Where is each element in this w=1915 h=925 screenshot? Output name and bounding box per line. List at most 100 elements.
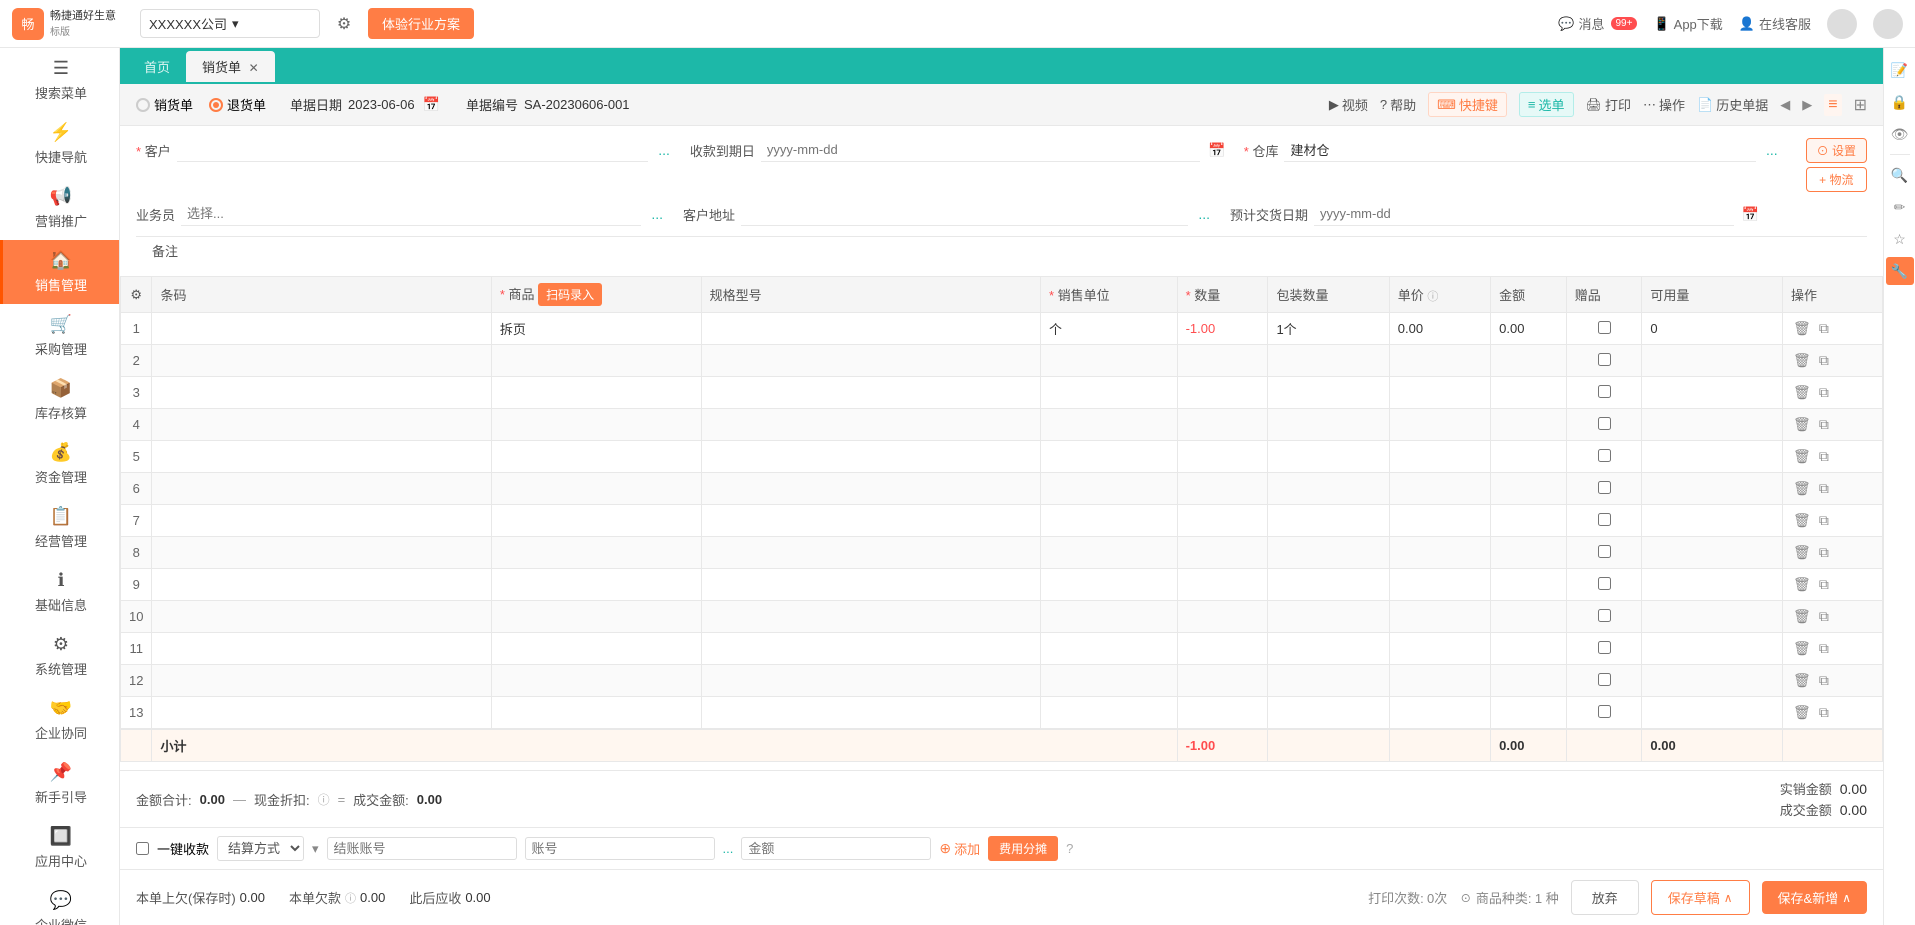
- settings-button[interactable]: ⚙: [328, 8, 360, 40]
- sidebar-item-wechat[interactable]: 💬 企业微信: [0, 880, 119, 925]
- col-settings[interactable]: ⚙: [121, 277, 152, 313]
- float-notes-btn[interactable]: 📝: [1886, 56, 1914, 84]
- shortcut-link[interactable]: ⌨ 快捷键: [1428, 92, 1507, 117]
- sidebar-item-quick-nav[interactable]: ⚡ 快捷导航: [0, 112, 119, 176]
- view-grid-btn[interactable]: ⊞: [1854, 95, 1867, 115]
- settings-side-btn[interactable]: ⊙ 设置: [1806, 138, 1867, 163]
- delete-row-btn[interactable]: 🗑: [1791, 510, 1813, 531]
- copy-row-btn[interactable]: ⧉: [1817, 414, 1831, 435]
- delete-row-btn[interactable]: 🗑: [1791, 606, 1813, 627]
- calendar-icon[interactable]: 📅: [421, 94, 442, 115]
- debt-info-icon[interactable]: ⓘ: [345, 890, 356, 906]
- copy-row-btn[interactable]: ⧉: [1817, 574, 1831, 595]
- online-support-button[interactable]: 👤 在线客服: [1739, 14, 1811, 33]
- delete-row-btn[interactable]: 🗑: [1791, 350, 1813, 371]
- sidebar-item-enterprise[interactable]: 🤝 企业协同: [0, 688, 119, 752]
- warehouse-input[interactable]: [1284, 138, 1756, 162]
- account-number-input[interactable]: [525, 837, 715, 860]
- nav-prev-btn[interactable]: ◀: [1780, 97, 1790, 113]
- notes-input[interactable]: [186, 243, 1851, 258]
- copy-row-btn[interactable]: ⧉: [1817, 478, 1831, 499]
- account-input[interactable]: [327, 837, 517, 860]
- delivery-calendar-icon[interactable]: 📅: [1740, 204, 1761, 225]
- float-search-btn[interactable]: 🔍: [1886, 161, 1914, 189]
- delete-row-btn[interactable]: 🗑: [1791, 382, 1813, 403]
- float-view-btn[interactable]: 👁: [1886, 120, 1914, 148]
- fee-split-btn[interactable]: 费用分摊: [988, 836, 1058, 861]
- copy-row-btn[interactable]: ⧉: [1817, 702, 1831, 723]
- copy-row-btn[interactable]: ⧉: [1817, 606, 1831, 627]
- amount-input[interactable]: [741, 837, 931, 860]
- account-dots-btn[interactable]: ...: [723, 841, 734, 856]
- scan-btn[interactable]: 扫码录入: [538, 283, 602, 306]
- avatar[interactable]: [1827, 9, 1857, 39]
- copy-row-btn[interactable]: ⧉: [1817, 318, 1831, 339]
- copy-row-btn[interactable]: ⧉: [1817, 638, 1831, 659]
- copy-row-btn[interactable]: ⧉: [1817, 350, 1831, 371]
- view-list-btn[interactable]: ≡: [1824, 94, 1841, 116]
- delete-row-btn[interactable]: 🗑: [1791, 318, 1813, 339]
- row-barcode[interactable]: [152, 313, 491, 345]
- info-icon[interactable]: ⓘ: [318, 791, 330, 808]
- history-link[interactable]: 📄 历史单据: [1697, 95, 1768, 114]
- delete-row-btn[interactable]: 🗑: [1791, 702, 1813, 723]
- row-qty[interactable]: -1.00: [1177, 313, 1268, 345]
- sidebar-item-search-order[interactable]: ☰ 搜索菜单: [0, 48, 119, 112]
- delete-row-btn[interactable]: 🗑: [1791, 542, 1813, 563]
- print-link[interactable]: 🖨 打印: [1586, 95, 1632, 114]
- avatar-2[interactable]: [1873, 9, 1903, 39]
- sidebar-item-inventory[interactable]: 📦 库存核算: [0, 368, 119, 432]
- delete-row-btn[interactable]: 🗑: [1791, 446, 1813, 467]
- float-lock-btn[interactable]: 🔒: [1886, 88, 1914, 116]
- customer-addr-dots-btn[interactable]: ...: [1194, 204, 1214, 224]
- tab-home[interactable]: 首页: [128, 51, 186, 82]
- logistics-side-btn[interactable]: + 物流: [1806, 167, 1867, 192]
- sidebar-item-basic-info[interactable]: ℹ 基础信息: [0, 560, 119, 624]
- sidebar-item-app-center[interactable]: 🔲 应用中心: [0, 816, 119, 880]
- delete-row-btn[interactable]: 🗑: [1791, 478, 1813, 499]
- tab-sales-order[interactable]: 销货单 ✕: [186, 51, 275, 82]
- sidebar-item-system[interactable]: ⚙ 系统管理: [0, 624, 119, 688]
- customer-input[interactable]: [177, 138, 649, 162]
- copy-row-btn[interactable]: ⧉: [1817, 382, 1831, 403]
- delete-row-btn[interactable]: 🗑: [1791, 638, 1813, 659]
- due-date-calendar-icon[interactable]: 📅: [1206, 140, 1227, 161]
- salesperson-input[interactable]: [181, 202, 641, 226]
- sidebar-item-sales[interactable]: 🏠 销售管理: [0, 240, 119, 304]
- sidebar-item-capital[interactable]: 💰 资金管理: [0, 432, 119, 496]
- sidebar-item-marketing[interactable]: 📢 营销推广: [0, 176, 119, 240]
- fee-help-icon[interactable]: ?: [1066, 841, 1073, 856]
- one-click-payment-checkbox[interactable]: [136, 842, 149, 855]
- return-order-radio[interactable]: 退货单: [209, 95, 266, 114]
- nav-next-btn[interactable]: ▶: [1802, 97, 1812, 113]
- discard-button[interactable]: 放弃: [1571, 880, 1639, 915]
- choose-link[interactable]: ≡ 选单: [1519, 92, 1574, 117]
- salesperson-dots-btn[interactable]: ...: [647, 204, 667, 224]
- customer-dots-btn[interactable]: ...: [654, 140, 674, 160]
- copy-row-btn[interactable]: ⧉: [1817, 542, 1831, 563]
- add-payment-btn[interactable]: ⊕ 添加: [939, 839, 980, 858]
- message-button[interactable]: 💬 消息 99+: [1558, 14, 1637, 33]
- app-download-button[interactable]: 📱 App下载: [1653, 14, 1722, 33]
- warehouse-dots-btn[interactable]: ...: [1762, 140, 1782, 160]
- customer-addr-input[interactable]: [741, 202, 1188, 226]
- float-action-btn[interactable]: 🔧: [1886, 257, 1914, 285]
- float-edit-btn[interactable]: ✏: [1886, 193, 1914, 221]
- operations-link[interactable]: ⋯ 操作: [1643, 95, 1685, 114]
- company-selector[interactable]: XXXXXX公司 ▾: [140, 9, 320, 38]
- row-spec[interactable]: [701, 313, 1040, 345]
- video-link[interactable]: ▶ 视频: [1329, 95, 1368, 114]
- delete-row-btn[interactable]: 🗑: [1791, 414, 1813, 435]
- save-new-button[interactable]: 保存&新增 ∧: [1762, 881, 1867, 914]
- copy-row-btn[interactable]: ⧉: [1817, 446, 1831, 467]
- row-gift[interactable]: [1566, 313, 1642, 345]
- float-star-btn[interactable]: ☆: [1886, 225, 1914, 253]
- delete-row-btn[interactable]: 🗑: [1791, 670, 1813, 691]
- tab-close-button[interactable]: ✕: [249, 61, 259, 75]
- delivery-date-input[interactable]: [1314, 202, 1734, 226]
- sidebar-item-operations[interactable]: 📋 经营管理: [0, 496, 119, 560]
- sidebar-item-guide[interactable]: 📌 新手引导: [0, 752, 119, 816]
- product-type-stat[interactable]: ☉ 商品种类: 1 种: [1459, 888, 1558, 907]
- payment-method-select[interactable]: 结算方式: [217, 836, 304, 861]
- copy-row-btn[interactable]: ⧉: [1817, 670, 1831, 691]
